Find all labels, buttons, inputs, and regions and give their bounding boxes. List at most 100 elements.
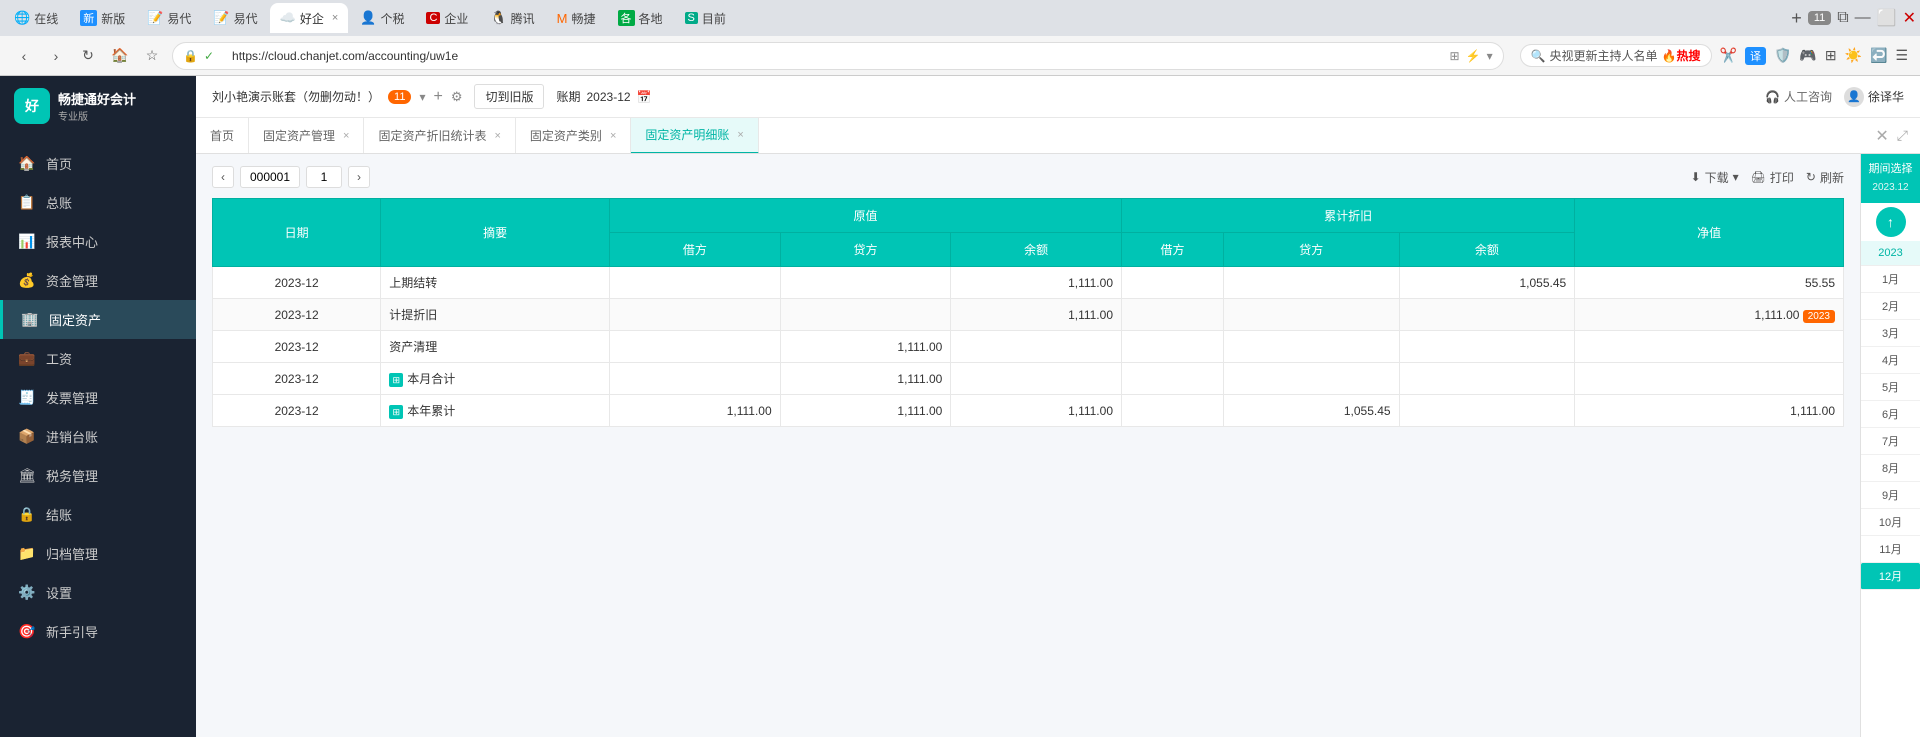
flash-icon[interactable]: ⚡ (1466, 49, 1481, 63)
game-icon[interactable]: 🎮 (1799, 47, 1816, 64)
account-code-input[interactable] (240, 166, 300, 188)
period-month-3[interactable]: 3月 (1861, 320, 1920, 347)
period-month-8[interactable]: 8月 (1861, 455, 1920, 482)
new-tab-button[interactable]: + (1791, 8, 1802, 29)
tab-home-label: 首页 (210, 127, 234, 144)
restore-window-button[interactable]: ⧉ (1837, 9, 1848, 27)
tab-depreciation[interactable]: 固定资产折旧统计表 × (364, 118, 515, 154)
bookmark-button[interactable]: ☆ (140, 44, 164, 68)
period-month-9[interactable]: 9月 (1861, 482, 1920, 509)
download-button[interactable]: ⬇ 下载 ▾ (1691, 169, 1739, 186)
browser-tab-7[interactable]: C 企业 (416, 3, 478, 33)
scissors-icon[interactable]: ✂️ (1720, 47, 1737, 64)
period-up-button[interactable]: ↑ (1876, 207, 1906, 237)
period-month-11[interactable]: 11月 (1861, 536, 1920, 563)
tab-category-label: 固定资产类别 (530, 127, 602, 144)
tab-home[interactable]: 首页 (196, 118, 249, 154)
sidebar-item-fixed[interactable]: 🏢 固定资产 (0, 300, 196, 339)
sidebar-item-ledger[interactable]: 📋 总账 (0, 183, 196, 222)
period-month-6[interactable]: 6月 (1861, 401, 1920, 428)
cell-date: 2023-12 (213, 299, 381, 331)
next-page-button[interactable]: › (348, 166, 370, 188)
browser-tab-4[interactable]: 📝 易代 (203, 3, 267, 33)
minimize-button[interactable]: — (1855, 9, 1871, 27)
browser-tab-2[interactable]: 新 新版 (70, 3, 135, 33)
th-summary: 摘要 (381, 199, 610, 267)
browser-tab-3-label: 易代 (167, 10, 191, 27)
home-button[interactable]: 🏠 (108, 44, 132, 68)
calendar-icon[interactable]: 📅 (637, 90, 652, 104)
sidebar-item-invoice[interactable]: 🧾 发票管理 (0, 378, 196, 417)
period-month-12[interactable]: 12月 (1861, 563, 1920, 590)
support-button[interactable]: 🎧 人工咨询 (1765, 88, 1832, 105)
address-input[interactable] (220, 42, 1444, 70)
sidebar-item-settings[interactable]: ⚙️ 设置 (0, 573, 196, 612)
browser-tab-8[interactable]: 🐧 腾讯 (480, 3, 544, 33)
period-title: 期间选择 2023.12 (1861, 154, 1920, 203)
cell-net-value (1575, 363, 1844, 395)
switch-version-button[interactable]: 切到旧版 (474, 84, 544, 109)
cell-orig-credit: 1,111.00 (780, 395, 951, 427)
maximize-button[interactable]: ⬜ (1877, 8, 1897, 28)
back-button[interactable]: ‹ (12, 44, 36, 68)
tab-depreciation-close[interactable]: × (494, 130, 500, 142)
period-month-7[interactable]: 7月 (1861, 428, 1920, 455)
sidebar-item-payroll[interactable]: 💼 工资 (0, 339, 196, 378)
grid-icon[interactable]: ⊞ (1825, 47, 1837, 64)
period-year-2023[interactable]: 2023 (1861, 241, 1920, 266)
translate-icon[interactable]: 译 (1745, 47, 1766, 65)
tab-detail-close[interactable]: × (737, 129, 743, 141)
close-all-button[interactable]: ✕ (1875, 126, 1888, 146)
prev-page-button[interactable]: ‹ (212, 166, 234, 188)
period-month-4[interactable]: 4月 (1861, 347, 1920, 374)
period-month-10[interactable]: 10月 (1861, 509, 1920, 536)
browser-tab-3[interactable]: 📝 易代 (137, 3, 201, 33)
browser-tab-1[interactable]: 🌐 在线 (4, 3, 68, 33)
undo-icon[interactable]: ↩️ (1870, 47, 1887, 64)
period-month-1[interactable]: 1月 (1861, 266, 1920, 293)
sidebar-item-home[interactable]: 🏠 首页 (0, 144, 196, 183)
download-dropdown-icon[interactable]: ▾ (1733, 170, 1739, 184)
sidebar-item-fund[interactable]: 💰 资金管理 (0, 261, 196, 300)
sun-icon[interactable]: ☀️ (1845, 47, 1862, 64)
sidebar-item-guide[interactable]: 🎯 新手引导 (0, 612, 196, 651)
browser-tab-5[interactable]: ☁️ 好企 × (270, 3, 349, 33)
refresh-button[interactable]: ↻ 刷新 (1806, 169, 1844, 186)
browser-tab-5-close[interactable]: × (332, 12, 338, 24)
browser-tab-2-label: 新版 (101, 10, 125, 27)
close-window-button[interactable]: ✕ (1903, 8, 1916, 28)
add-account-button[interactable]: + (433, 88, 442, 106)
sidebar-item-inventory[interactable]: 📦 进销台账 (0, 417, 196, 456)
maximize-tab-button[interactable]: ⤢ (1897, 127, 1908, 144)
page-number-input[interactable] (306, 166, 342, 188)
search-bar[interactable]: 🔍 央视更新主持人名单 🔥热搜 (1520, 44, 1712, 67)
shield-icon[interactable]: 🛡️ (1774, 47, 1791, 64)
sidebar-item-report[interactable]: 📊 报表中心 (0, 222, 196, 261)
sidebar-item-tax[interactable]: 🏛 税务管理 (0, 456, 196, 495)
tab-category[interactable]: 固定资产类别 × (516, 118, 631, 154)
browser-tab-10[interactable]: 各 各地 (608, 3, 673, 33)
browser-tab-6[interactable]: 👤 个税 (350, 3, 414, 33)
tab-detail[interactable]: 固定资产明细账 × (631, 118, 758, 154)
period-month-2[interactable]: 2月 (1861, 293, 1920, 320)
browser-tab-9[interactable]: M 畅捷 (547, 3, 606, 33)
sidebar-item-archive[interactable]: 📁 归档管理 (0, 534, 196, 573)
account-badge: 11 (388, 90, 411, 104)
cell-orig-debit (609, 331, 780, 363)
tab-category-close[interactable]: × (610, 130, 616, 142)
tab-fixed-mgmt-close[interactable]: × (343, 130, 349, 142)
dropdown-icon[interactable]: ▾ (1487, 49, 1493, 63)
dropdown-arrow-icon[interactable]: ▾ (419, 90, 425, 104)
sidebar-item-close[interactable]: 🔒 结账 (0, 495, 196, 534)
print-button[interactable]: 🖨 打印 (1751, 169, 1794, 186)
reload-button[interactable]: ↻ (76, 44, 100, 68)
tab-fixed-mgmt[interactable]: 固定资产管理 × (249, 118, 364, 154)
settings-small-icon[interactable]: ⚙ (451, 89, 463, 105)
menu-icon[interactable]: ☰ (1895, 47, 1908, 64)
cell-dep-debit (1122, 363, 1224, 395)
forward-button[interactable]: › (44, 44, 68, 68)
period-month-5[interactable]: 5月 (1861, 374, 1920, 401)
th-net-value: 净值 (1575, 199, 1844, 267)
browser-tab-11[interactable]: S 目前 (675, 3, 736, 33)
qr-icon[interactable]: ⊞ (1450, 49, 1460, 63)
